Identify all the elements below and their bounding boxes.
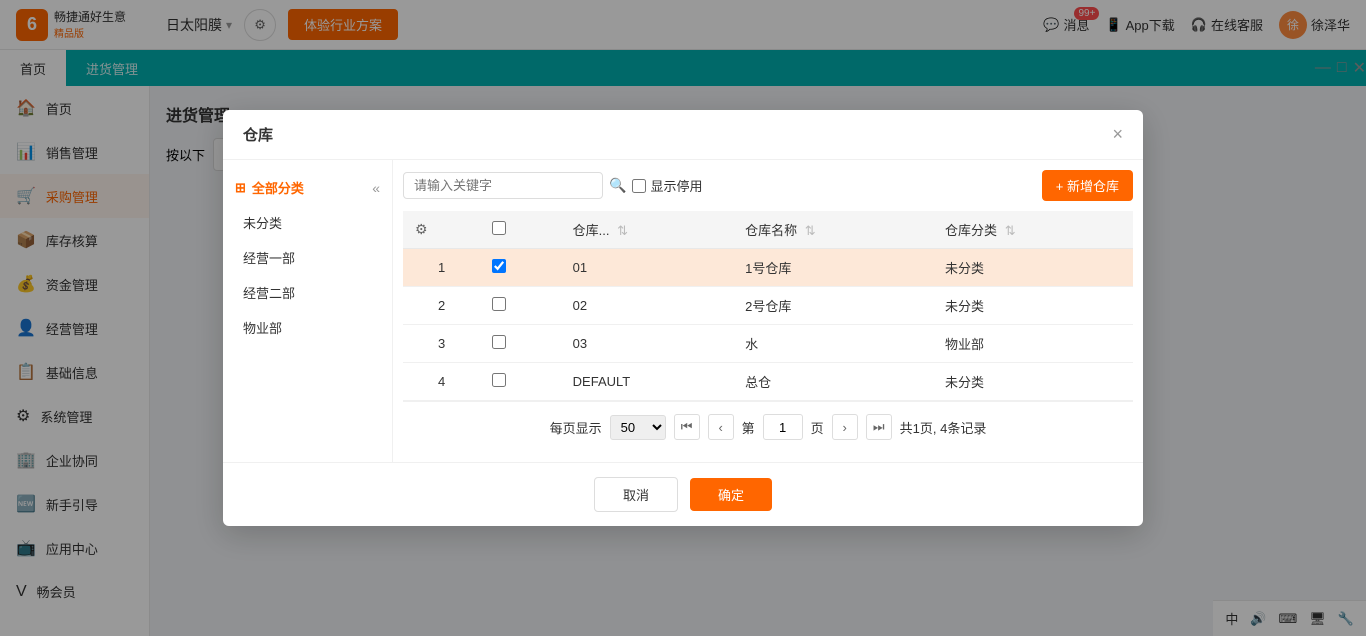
- col-code: 仓库... ⇅: [561, 211, 733, 249]
- warehouse-modal: 仓库 × ⊞ 全部分类 « 未分类 经营一部: [223, 110, 1143, 526]
- row-select-checkbox[interactable]: [492, 373, 506, 387]
- add-warehouse-button[interactable]: + 新增仓库: [1042, 170, 1133, 201]
- page-input[interactable]: [763, 414, 803, 440]
- row-num: 2: [403, 287, 480, 325]
- show-disabled-checkbox[interactable]: [632, 179, 646, 193]
- cat-item-1[interactable]: 经营一部: [223, 240, 392, 275]
- row-name: 1号仓库: [733, 249, 933, 287]
- pagination: 每页显示 50 20 100 ⏮ ‹ 第 页 › ⏭ 共1页, 4条记录: [403, 401, 1133, 452]
- cat-item-2[interactable]: 经营二部: [223, 275, 392, 310]
- total-info: 共1页, 4条记录: [900, 418, 987, 437]
- row-num: 1: [403, 249, 480, 287]
- row-code: 02: [561, 287, 733, 325]
- cat-item-0[interactable]: 未分类: [223, 205, 392, 240]
- row-code: 01: [561, 249, 733, 287]
- per-page-label: 每页显示: [550, 418, 602, 437]
- modal-footer: 取消 确定: [223, 462, 1143, 526]
- row-checkbox: [480, 325, 560, 363]
- table-row[interactable]: 1 01 1号仓库 未分类: [403, 249, 1133, 287]
- sort-category-icon: ⇅: [1005, 223, 1016, 238]
- category-header: ⊞ 全部分类 «: [223, 170, 392, 205]
- gear-header-icon[interactable]: ⚙: [415, 221, 428, 237]
- confirm-button[interactable]: 确定: [690, 478, 772, 511]
- col-gear: ⚙: [403, 211, 480, 249]
- modal-header: 仓库 ×: [223, 110, 1143, 160]
- sort-code-icon: ⇅: [617, 223, 628, 238]
- modal-body: ⊞ 全部分类 « 未分类 经营一部 经营二部 物业部: [223, 160, 1143, 462]
- row-category: 未分类: [933, 363, 1133, 401]
- table-row[interactable]: 4 DEFAULT 总仓 未分类: [403, 363, 1133, 401]
- search-icon[interactable]: 🔍: [609, 177, 626, 194]
- search-box: 🔍 显示停用: [403, 172, 702, 199]
- category-title: ⊞ 全部分类: [235, 178, 304, 197]
- table-row[interactable]: 2 02 2号仓库 未分类: [403, 287, 1133, 325]
- next-page-button[interactable]: ›: [832, 414, 858, 440]
- show-disabled-label[interactable]: 显示停用: [632, 176, 702, 195]
- last-page-button[interactable]: ⏭: [866, 414, 892, 440]
- page-label2: 页: [811, 418, 824, 437]
- row-category: 未分类: [933, 287, 1133, 325]
- row-num: 4: [403, 363, 480, 401]
- row-checkbox: [480, 249, 560, 287]
- table-area: 🔍 显示停用 + 新增仓库 ⚙: [393, 160, 1143, 462]
- category-sidebar: ⊞ 全部分类 « 未分类 经营一部 经营二部 物业部: [223, 160, 393, 462]
- grid-icon: ⊞: [235, 180, 246, 196]
- row-select-checkbox[interactable]: [492, 259, 506, 273]
- row-checkbox: [480, 287, 560, 325]
- modal-close-button[interactable]: ×: [1112, 124, 1123, 145]
- per-page-select[interactable]: 50 20 100: [610, 415, 666, 440]
- row-name: 水: [733, 325, 933, 363]
- row-name: 总仓: [733, 363, 933, 401]
- table-toolbar: 🔍 显示停用 + 新增仓库: [403, 170, 1133, 201]
- cat-item-3[interactable]: 物业部: [223, 310, 392, 345]
- col-name: 仓库名称 ⇅: [733, 211, 933, 249]
- row-category: 物业部: [933, 325, 1133, 363]
- modal-overlay: 仓库 × ⊞ 全部分类 « 未分类 经营一部: [0, 0, 1366, 636]
- cancel-button[interactable]: 取消: [594, 477, 678, 512]
- col-category: 仓库分类 ⇅: [933, 211, 1133, 249]
- table-row[interactable]: 3 03 水 物业部: [403, 325, 1133, 363]
- collapse-icon[interactable]: «: [372, 180, 380, 196]
- modal-title: 仓库: [243, 124, 273, 145]
- row-code: 03: [561, 325, 733, 363]
- first-page-button[interactable]: ⏮: [674, 414, 700, 440]
- prev-page-button[interactable]: ‹: [708, 414, 734, 440]
- select-all-checkbox[interactable]: [492, 221, 506, 235]
- row-select-checkbox[interactable]: [492, 297, 506, 311]
- warehouse-table: ⚙ 仓库... ⇅ 仓库名称 ⇅: [403, 211, 1133, 401]
- row-checkbox: [480, 363, 560, 401]
- row-select-checkbox[interactable]: [492, 335, 506, 349]
- row-name: 2号仓库: [733, 287, 933, 325]
- col-checkbox: [480, 211, 560, 249]
- page-label: 第: [742, 418, 755, 437]
- sort-name-icon: ⇅: [805, 223, 816, 238]
- row-category: 未分类: [933, 249, 1133, 287]
- table-container: ⚙ 仓库... ⇅ 仓库名称 ⇅: [403, 211, 1133, 401]
- row-code: DEFAULT: [561, 363, 733, 401]
- search-input[interactable]: [403, 172, 603, 199]
- row-num: 3: [403, 325, 480, 363]
